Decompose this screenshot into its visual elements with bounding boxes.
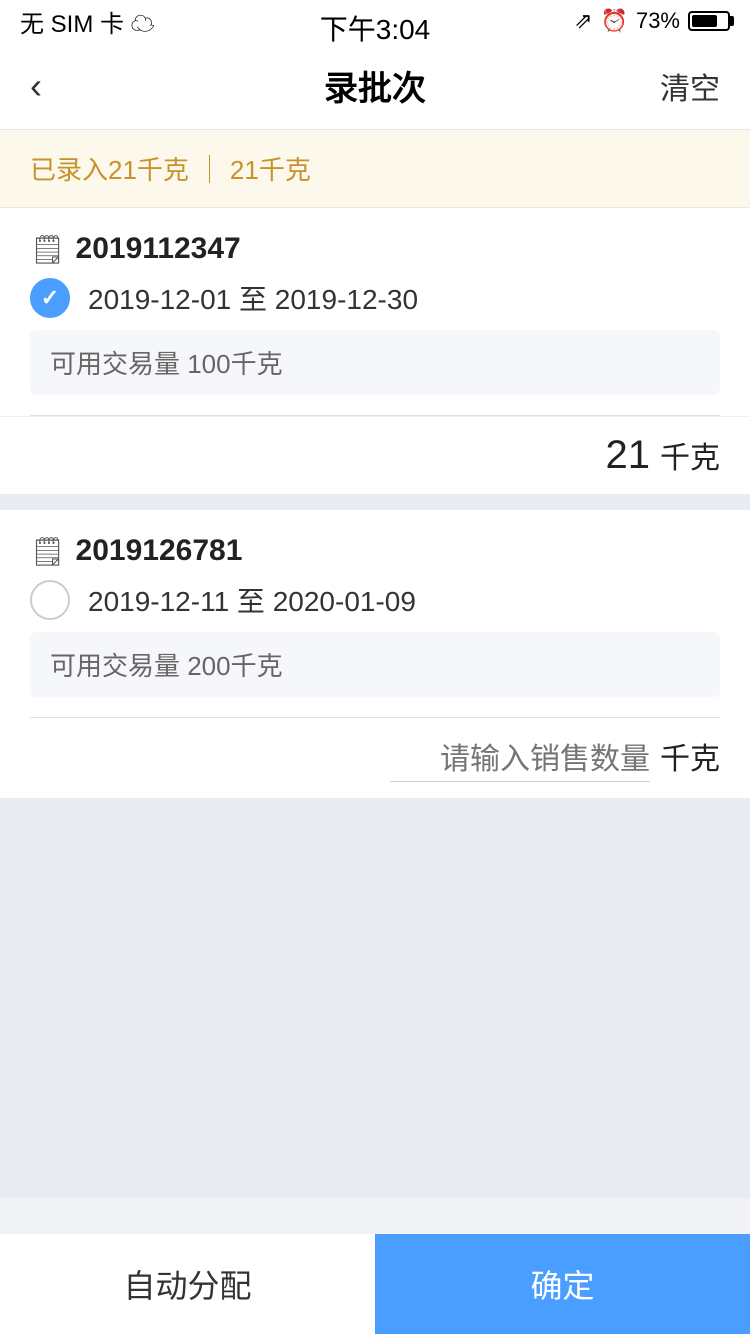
status-time: 下午3:04 [320,8,431,48]
item-1-date-row: 2019-12-01 至 2019-12-30 [0,278,750,330]
batch-icon-2: 🗒 [30,535,66,568]
status-right: ⇗ ⏰ 73% [574,8,730,34]
battery-label: 73% [636,8,680,34]
item-1-available: 可用交易量 100千克 [30,330,720,395]
alarm-icon: ⏰ [601,8,628,34]
status-left: 无 SIM 卡 ☁ [20,4,155,39]
batch-item-2: 🗒 2019126781 2019-12-11 至 2020-01-09 可用交… [0,510,750,798]
summary-amount: 21千克 [230,150,311,187]
item-2-unit: 千克 [660,734,720,778]
item-2-header: 🗒 2019126781 [0,510,750,580]
section-divider [0,494,750,510]
item-2-date: 2019-12-11 至 2020-01-09 [88,580,416,620]
item-1-header: 🗒 2019112347 [0,208,750,278]
auto-distribute-button[interactable]: 自动分配 [0,1234,375,1334]
sim-label: 无 SIM 卡 ☁ [20,4,155,39]
confirm-button[interactable]: 确定 [375,1234,750,1334]
back-button[interactable]: ‹ [30,65,90,107]
batch-icon-1: 🗒 [30,233,66,266]
quantity-input[interactable] [390,743,650,782]
item-1-id: 2019112347 [76,232,241,266]
bottom-bar: 自动分配 确定 [0,1234,750,1334]
item-1-amount-unit: 千克 [660,433,720,477]
item-2-id: 2019126781 [76,534,243,568]
item-2-radio[interactable] [30,580,70,620]
recorded-label: 已录入21千克 [30,150,189,187]
nav-bar: ‹ 录批次 清空 [0,42,750,130]
item-1-date: 2019-12-01 至 2019-12-30 [88,278,418,318]
summary-divider [209,155,210,183]
batch-item-1: 🗒 2019112347 2019-12-01 至 2019-12-30 可用交… [0,208,750,494]
battery-fill [692,15,717,27]
item-1-radio[interactable] [30,278,70,318]
battery-icon [688,11,730,31]
item-2-date-row: 2019-12-11 至 2020-01-09 [0,580,750,632]
item-1-amount-value: 21 [606,433,651,478]
item-2-available: 可用交易量 200千克 [30,632,720,697]
nav-title: 录批次 [324,61,426,110]
blue-filler-area [0,798,750,1198]
status-bar: 无 SIM 卡 ☁ 下午3:04 ⇗ ⏰ 73% [0,0,750,42]
location-icon: ⇗ [574,8,592,34]
clear-button[interactable]: 清空 [660,64,720,108]
item-2-input-row: 千克 [0,718,750,798]
item-1-amount-row: 21 千克 [0,416,750,494]
summary-bar: 已录入21千克 21千克 [0,130,750,208]
